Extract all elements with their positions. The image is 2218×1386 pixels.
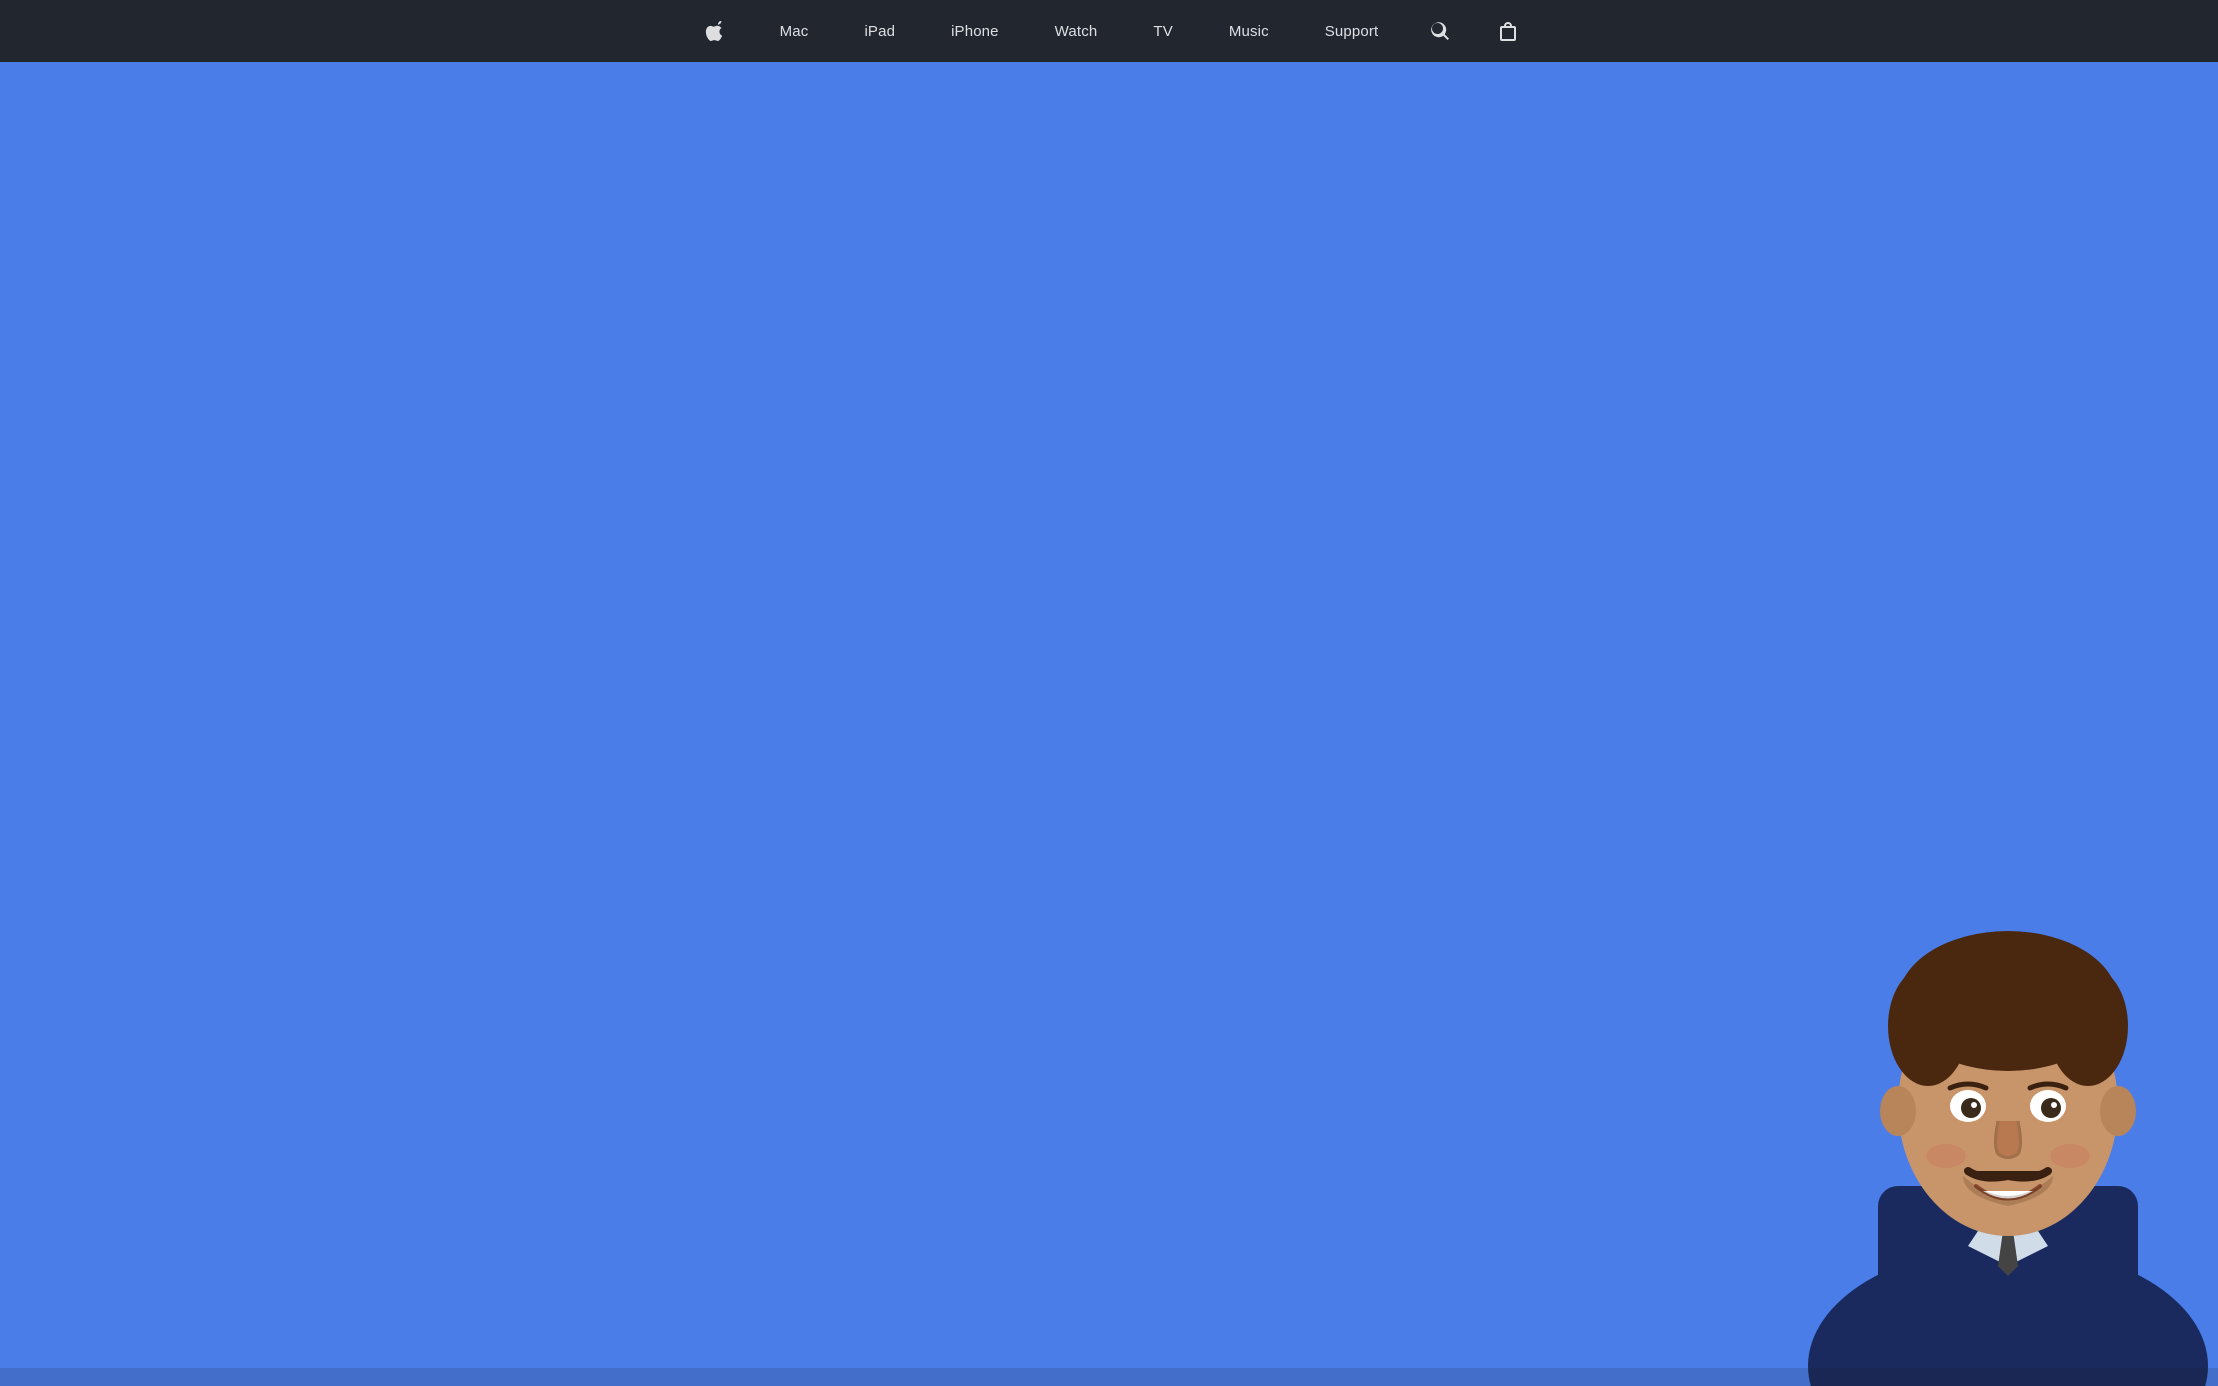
apple-icon — [704, 21, 724, 41]
search-icon — [1430, 21, 1450, 41]
bag-button[interactable] — [1474, 0, 1542, 62]
navigation-bar: Mac iPad iPhone Watch TV Music Support — [0, 0, 2218, 62]
search-button[interactable] — [1406, 0, 1474, 62]
main-content — [0, 62, 2218, 1386]
nav-item-music[interactable]: Music — [1201, 0, 1297, 62]
bag-icon — [1498, 20, 1518, 42]
nav-item-iphone[interactable]: iPhone — [923, 0, 1027, 62]
nav-item-support[interactable]: Support — [1297, 0, 1407, 62]
person-figure — [1798, 886, 2218, 1386]
bottom-bar — [0, 1368, 2218, 1386]
apple-logo[interactable] — [676, 0, 752, 62]
nav-item-watch[interactable]: Watch — [1027, 0, 1126, 62]
person-svg — [1798, 886, 2218, 1386]
nav-item-ipad[interactable]: iPad — [836, 0, 923, 62]
navbar-inner: Mac iPad iPhone Watch TV Music Support — [109, 0, 2109, 62]
nav-item-mac[interactable]: Mac — [752, 0, 837, 62]
nav-item-tv[interactable]: TV — [1125, 0, 1200, 62]
